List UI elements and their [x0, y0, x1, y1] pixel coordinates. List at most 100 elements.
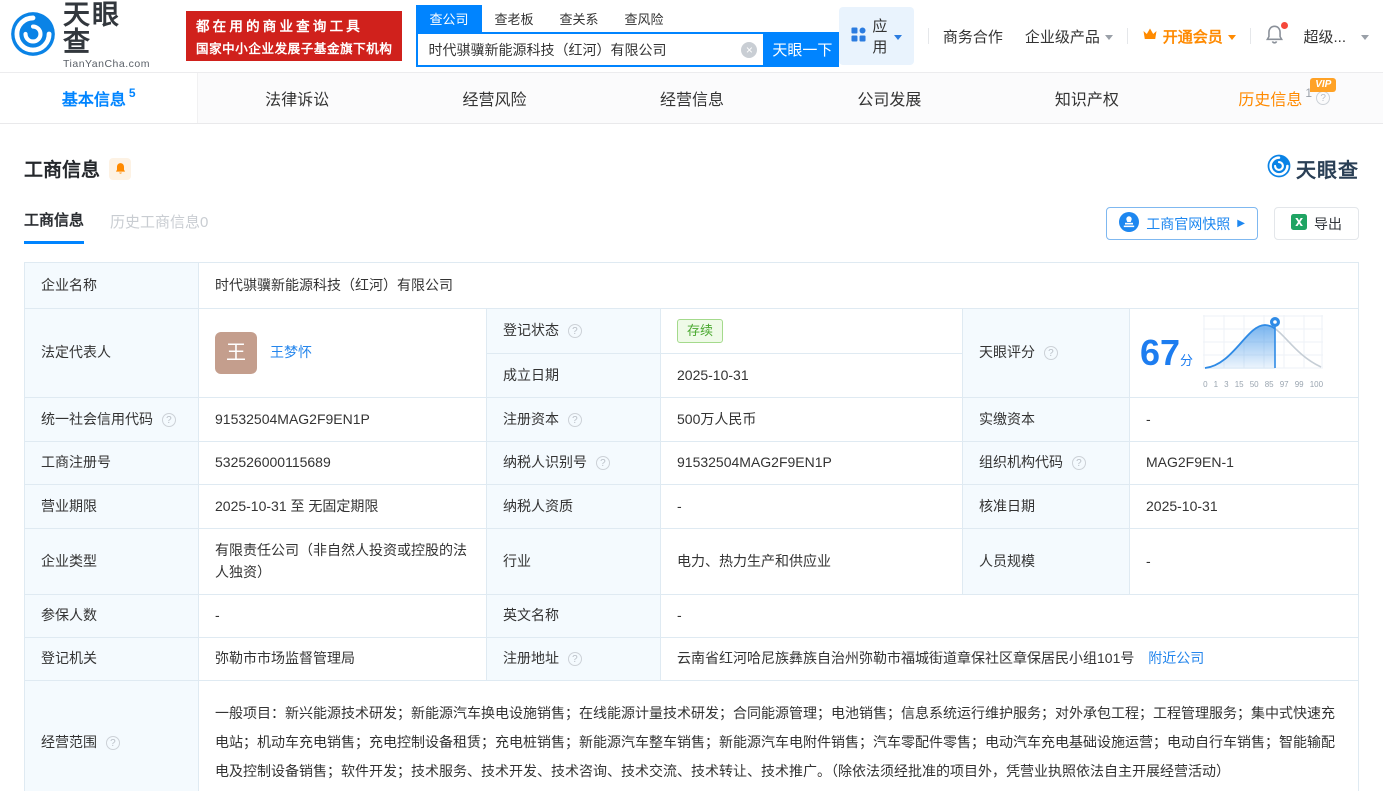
table-row: 工商注册号 532526000115689 纳税人识别号 ? 91532504M…: [25, 442, 1359, 485]
table-row: 经营范围 ? 一般项目：新兴能源技术研发；新能源汽车换电设施销售；在线能源计量技…: [25, 681, 1359, 791]
notifications-bell-icon[interactable]: [1264, 24, 1285, 49]
search-tab-relation[interactable]: 查关系: [547, 5, 612, 32]
nearby-companies-link[interactable]: 附近公司: [1148, 650, 1204, 666]
company-name-label: 企业名称: [25, 263, 199, 309]
score-value: 67: [1140, 332, 1180, 373]
nav-super-vip[interactable]: 超级...: [1303, 26, 1369, 47]
help-icon[interactable]: ?: [568, 324, 582, 338]
help-icon[interactable]: ?: [568, 652, 582, 666]
divider: [1127, 28, 1128, 44]
score-axis-ticks: 01 315 5085 9799 100: [1203, 379, 1323, 391]
subtab-history-business-info[interactable]: 历史工商信息0: [110, 211, 208, 243]
table-row: 企业名称 时代骐骥新能源科技（红河）有限公司: [25, 263, 1359, 309]
tab-intellectual-property[interactable]: 知识产权: [988, 73, 1185, 123]
nav-business-coop[interactable]: 商务合作: [943, 26, 1003, 47]
english-name-label: 英文名称: [487, 595, 661, 638]
stamp-icon: [1119, 212, 1139, 235]
establish-date-label: 成立日期: [487, 354, 661, 398]
help-icon[interactable]: ?: [1072, 456, 1086, 470]
nav-open-vip[interactable]: 开通会员: [1142, 26, 1236, 47]
reg-capital-value: 500万人民币: [661, 398, 963, 442]
vip-crown-icon: [1142, 26, 1158, 46]
table-row: 登记机关 弥勒市市场监督管理局 注册地址 ? 云南省红河哈尼族彝族自治州弥勒市福…: [25, 638, 1359, 681]
chevron-down-icon: [1105, 35, 1113, 40]
reg-status-label: 登记状态 ?: [487, 309, 661, 354]
promo-banner: 都在用的商业查询工具 国家中小企业发展子基金旗下机构: [186, 11, 403, 61]
taxpayer-id-value: 91532504MAG2F9EN1P: [661, 442, 963, 485]
search-tab-boss[interactable]: 查老板: [482, 5, 547, 32]
help-icon[interactable]: ?: [1316, 91, 1330, 105]
chevron-down-icon: [1228, 35, 1236, 40]
clear-icon[interactable]: ×: [741, 42, 757, 58]
reg-number-value: 532526000115689: [199, 442, 487, 485]
help-icon[interactable]: ?: [596, 456, 610, 470]
credit-code-label: 统一社会信用代码 ?: [25, 398, 199, 442]
help-icon[interactable]: ?: [106, 736, 120, 750]
help-icon[interactable]: ?: [568, 413, 582, 427]
company-tabbar: 基本信息 5 法律诉讼 经营风险 经营信息 公司发展 知识产权 VIP 历史信息…: [0, 72, 1383, 124]
search-tab-company[interactable]: 查公司: [416, 5, 481, 32]
business-info-section: 工商信息 天眼查 工商信息 历史工商信息0: [0, 154, 1383, 791]
tianyancha-swirl-icon: [1267, 154, 1291, 183]
export-button[interactable]: 导出: [1274, 207, 1359, 240]
table-row: 参保人数 - 英文名称 -: [25, 595, 1359, 638]
reg-authority-label: 登记机关: [25, 638, 199, 681]
business-scope-value: 一般项目：新兴能源技术研发；新能源汽车换电设施销售；在线能源计量技术研发；合同能…: [199, 681, 1359, 791]
industry-value: 电力、热力生产和供应业: [661, 529, 963, 595]
tab-legal-litigation[interactable]: 法律诉讼: [198, 73, 395, 123]
approve-date-label: 核准日期: [963, 485, 1130, 529]
avatar[interactable]: 王: [215, 332, 257, 374]
paid-capital-label: 实缴资本: [963, 398, 1130, 442]
vip-badge: VIP: [1310, 78, 1336, 92]
insured-num-label: 参保人数: [25, 595, 199, 638]
credit-code-value: 91532504MAG2F9EN1P: [199, 398, 487, 442]
apps-menu[interactable]: 应用: [839, 7, 914, 65]
table-row: 企业类型 有限责任公司（非自然人投资或控股的法人独资） 行业 电力、热力生产和供…: [25, 529, 1359, 595]
table-row: 营业期限 2025-10-31 至 无固定期限 纳税人资质 - 核准日期 202…: [25, 485, 1359, 529]
tianyancha-logo[interactable]: 天眼查 TianYanCha.com: [10, 2, 150, 70]
legal-rep-link[interactable]: 王梦怀: [270, 342, 312, 364]
tab-count: 5: [129, 86, 136, 100]
taxpayer-quality-label: 纳税人资质: [487, 485, 661, 529]
legal-rep-label: 法定代表人: [25, 309, 199, 398]
help-icon[interactable]: ?: [162, 413, 176, 427]
business-term-value: 2025-10-31 至 无固定期限: [199, 485, 487, 529]
industry-label: 行业: [487, 529, 661, 595]
banner-line1: 都在用的商业查询工具: [196, 15, 393, 35]
tab-history-info[interactable]: VIP 历史信息 1 ?: [1186, 73, 1383, 123]
tab-operation-info[interactable]: 经营信息: [593, 73, 790, 123]
top-nav: 应用 商务合作 企业级产品 开通会员 超级...: [839, 7, 1369, 65]
subscribe-bell-icon[interactable]: [109, 158, 131, 180]
search-button[interactable]: 天眼一下: [765, 32, 839, 67]
business-term-label: 营业期限: [25, 485, 199, 529]
logo-title: 天眼查: [63, 2, 150, 56]
divider: [1250, 28, 1251, 44]
logo-domain: TianYanCha.com: [63, 58, 150, 70]
score-distribution-chart: 01 315 5085 9799 100: [1203, 315, 1323, 391]
reg-authority-value: 弥勒市市场监督管理局: [199, 638, 487, 681]
paid-capital-value: -: [1130, 398, 1359, 442]
apps-label: 应用: [872, 15, 888, 57]
tab-company-development[interactable]: 公司发展: [791, 73, 988, 123]
reg-number-label: 工商注册号: [25, 442, 199, 485]
tab-count: 1: [1305, 86, 1312, 100]
tianyancha-watermark: 天眼查: [1267, 154, 1359, 183]
official-snapshot-button[interactable]: 工商官网快照 ▶: [1106, 207, 1258, 240]
english-name-value: -: [661, 595, 1359, 638]
company-name-value: 时代骐骥新能源科技（红河）有限公司: [199, 263, 1359, 309]
search-input[interactable]: [416, 32, 765, 67]
tab-operation-risk[interactable]: 经营风险: [396, 73, 593, 123]
status-badge: 存续: [677, 319, 723, 343]
arrow-right-icon: ▶: [1237, 218, 1245, 229]
tab-basic-info[interactable]: 基本信息 5: [0, 73, 198, 123]
approve-date-value: 2025-10-31: [1130, 485, 1359, 529]
establish-date-value: 2025-10-31: [661, 354, 963, 398]
nav-enterprise-products[interactable]: 企业级产品: [1025, 26, 1113, 47]
staff-size-label: 人员规模: [963, 529, 1130, 595]
help-icon[interactable]: ?: [1044, 346, 1058, 360]
subtab-business-info[interactable]: 工商信息: [24, 209, 84, 244]
search-tab-risk[interactable]: 查风险: [612, 5, 677, 32]
banner-line2: 国家中小企业发展子基金旗下机构: [196, 38, 393, 57]
business-info-table: 企业名称 时代骐骥新能源科技（红河）有限公司 法定代表人 王 王梦怀 登记状态 …: [24, 262, 1359, 791]
org-code-label: 组织机构代码 ?: [963, 442, 1130, 485]
